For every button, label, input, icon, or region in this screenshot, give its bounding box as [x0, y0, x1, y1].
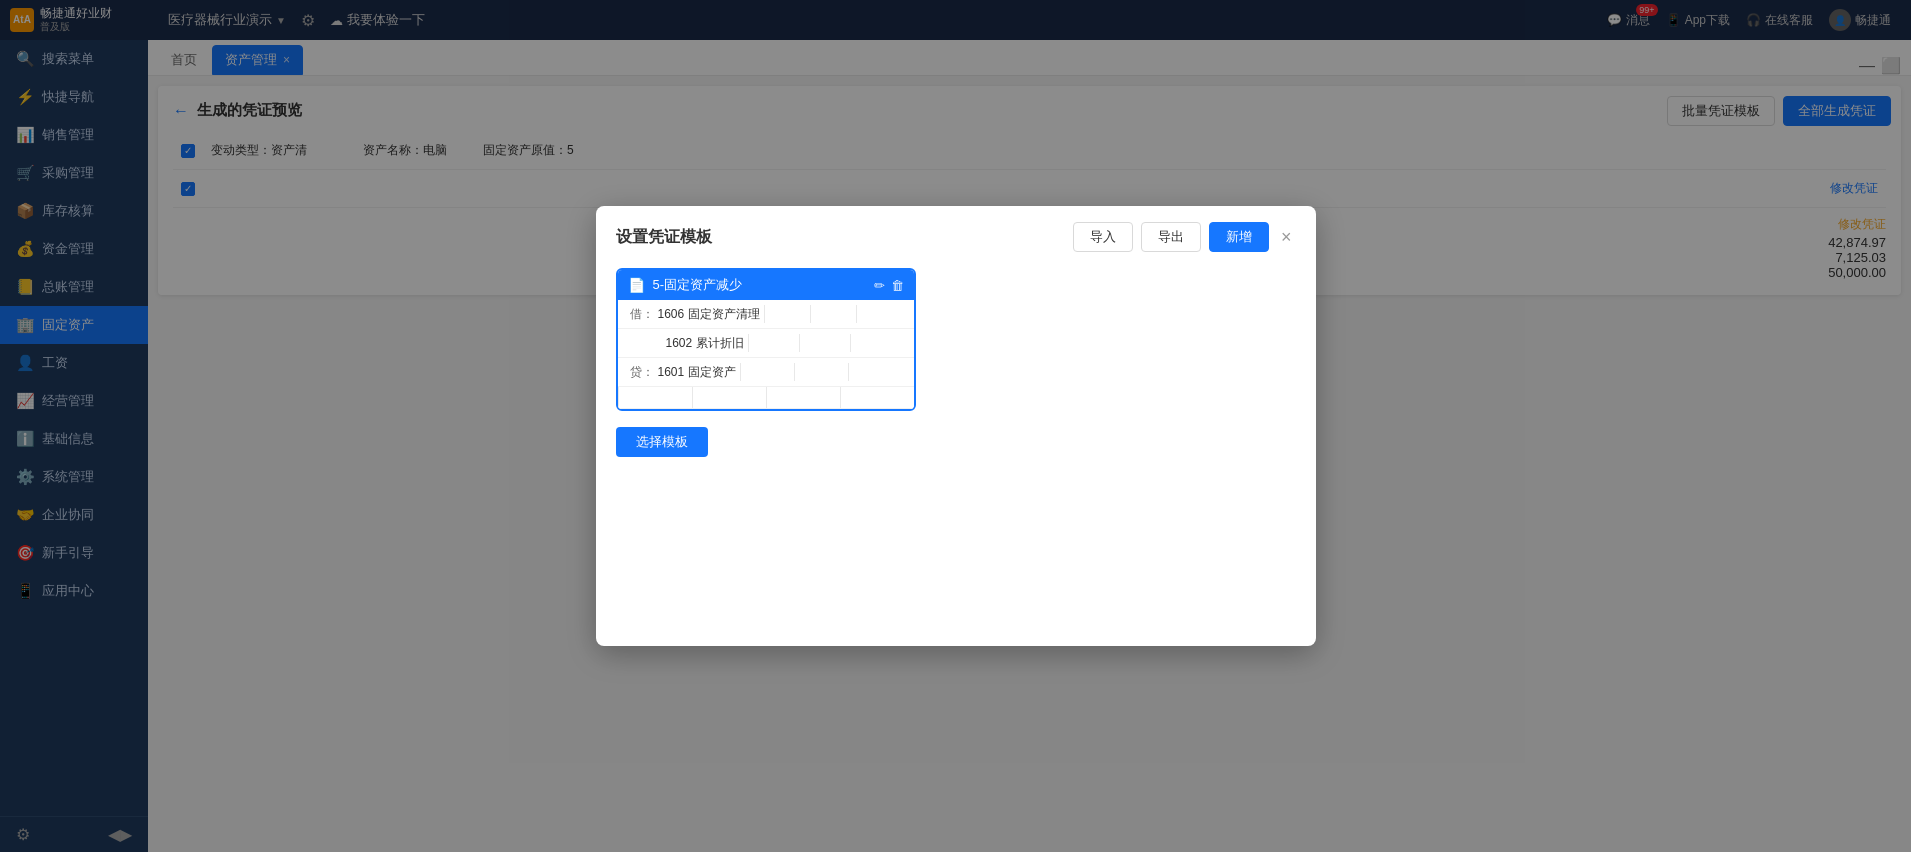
export-button[interactable]: 导出 [1141, 222, 1201, 252]
entry-account-2: 1602 累计折旧 [666, 335, 744, 352]
select-template-btn-wrap: 选择模板 [616, 427, 1296, 457]
template-card: 📄 5-固定资产减少 ✏ 🗑 借： 1606 固定资产清理 [616, 268, 916, 411]
template-entry-3: 贷： 1601 固定资产 [618, 358, 914, 387]
modal-header: 设置凭证模板 导入 导出 新增 × [596, 206, 1316, 252]
template-entry-2: 1602 累计折旧 [618, 329, 914, 358]
modal-header-actions: 导入 导出 新增 × [1073, 222, 1296, 252]
template-entry-1: 借： 1606 固定资产清理 [618, 300, 914, 329]
template-card-header: 📄 5-固定资产减少 ✏ 🗑 [618, 270, 914, 300]
entry-type-3: 贷： [630, 364, 654, 381]
select-template-button[interactable]: 选择模板 [616, 427, 708, 457]
template-empty-row [618, 387, 914, 409]
template-card-body: 借： 1606 固定资产清理 1602 累计折旧 [618, 300, 914, 409]
template-card-actions: ✏ 🗑 [874, 278, 904, 293]
modal-overlay: 设置凭证模板 导入 导出 新增 × 📄 5-固定资产减少 ✏ 🗑 [0, 0, 1911, 852]
delete-template-button[interactable]: 🗑 [891, 278, 904, 293]
entry-type-1: 借： [630, 306, 654, 323]
import-button[interactable]: 导入 [1073, 222, 1133, 252]
modal-body: 📄 5-固定资产减少 ✏ 🗑 借： 1606 固定资产清理 [596, 252, 1316, 646]
modal-close-button[interactable]: × [1277, 224, 1296, 250]
entry-account-3: 1601 固定资产 [658, 364, 736, 381]
new-template-button[interactable]: 新增 [1209, 222, 1269, 252]
template-card-title: 5-固定资产减少 [653, 276, 866, 294]
edit-template-button[interactable]: ✏ [874, 278, 885, 293]
modal-title: 设置凭证模板 [616, 227, 712, 248]
template-doc-icon: 📄 [628, 277, 645, 293]
entry-account-1: 1606 固定资产清理 [658, 306, 760, 323]
voucher-template-modal: 设置凭证模板 导入 导出 新增 × 📄 5-固定资产减少 ✏ 🗑 [596, 206, 1316, 646]
